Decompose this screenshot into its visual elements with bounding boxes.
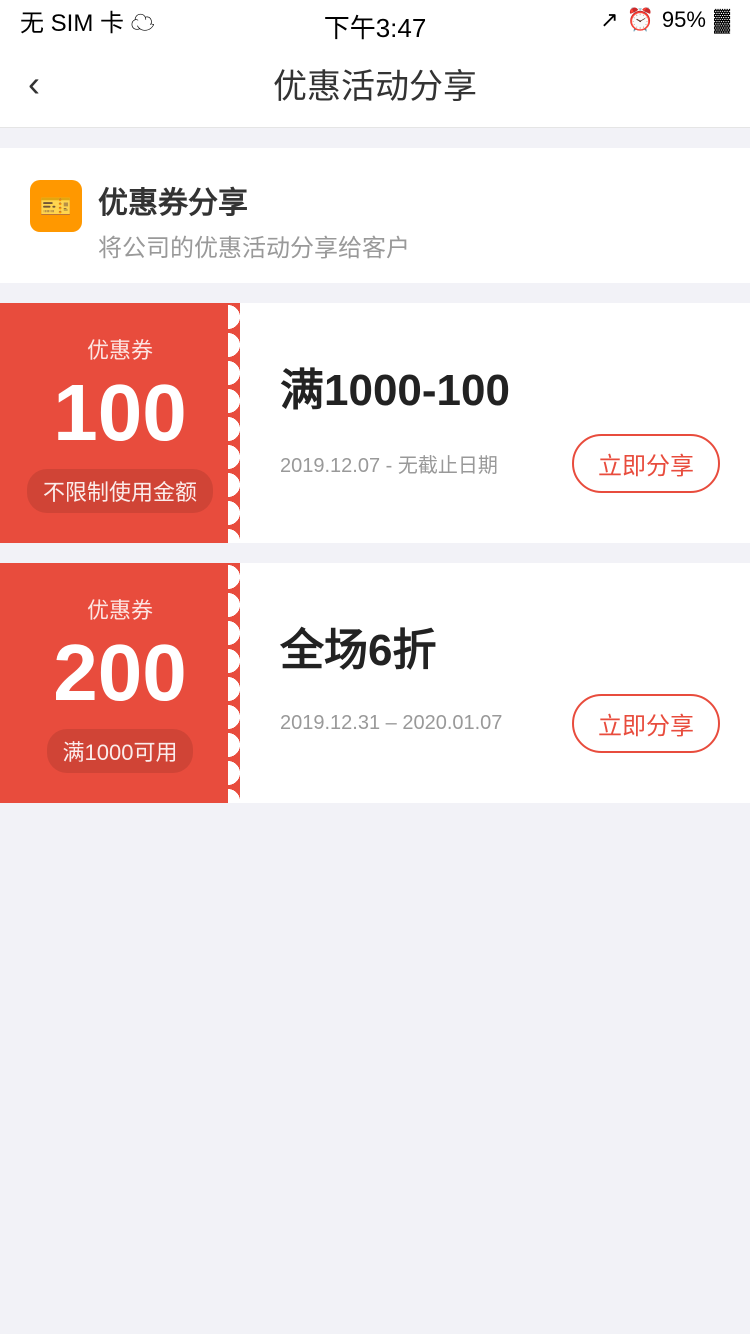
- coupon-left-0: 优惠券 100 不限制使用金额: [0, 303, 240, 543]
- coupon-icon: 🎫: [40, 191, 72, 222]
- page-title: 优惠活动分享: [273, 59, 477, 108]
- coupon-left-1: 优惠券 200 满1000可用: [0, 563, 240, 803]
- coupon-right-0: 满1000-100 2019.12.07 - 无截止日期 立即分享: [240, 303, 750, 543]
- coupon-meta-1: 2019.12.31 – 2020.01.07 立即分享: [280, 694, 720, 753]
- coupon-name-0: 满1000-100: [280, 354, 720, 418]
- back-button[interactable]: ‹: [28, 63, 40, 105]
- section-subtitle: 将公司的优惠活动分享给客户: [98, 228, 410, 263]
- coupon-value-1: 200: [53, 633, 186, 713]
- battery-label: 95%: [662, 7, 706, 33]
- coupon-card: 优惠券 100 不限制使用金额 满1000-100 2019.12.07 - 无…: [0, 303, 750, 543]
- coupon-type-0: 优惠券: [87, 333, 153, 365]
- coupon-type-1: 优惠券: [87, 593, 153, 625]
- nav-bar: ‹ 优惠活动分享: [0, 40, 750, 128]
- section-header: 🎫 优惠券分享 将公司的优惠活动分享给客户: [0, 148, 750, 283]
- sim-label: 无 SIM 卡 ☁: [20, 3, 155, 38]
- status-bar: 无 SIM 卡 ☁ 下午3:47 ↗ ⏰ 95% ▓: [0, 0, 750, 40]
- section-text: 优惠券分享 将公司的优惠活动分享给客户: [98, 178, 410, 263]
- coupon-name-1: 全场6折: [280, 614, 720, 678]
- status-left: 无 SIM 卡 ☁: [20, 3, 155, 38]
- location-icon: ↗: [600, 7, 618, 33]
- coupon-meta-0: 2019.12.07 - 无截止日期 立即分享: [280, 434, 720, 493]
- battery-icon: ▓: [714, 7, 730, 33]
- alarm-icon: ⏰: [627, 7, 654, 33]
- share-button-1[interactable]: 立即分享: [572, 694, 720, 753]
- section-title: 优惠券分享: [98, 178, 410, 222]
- coupon-date-0: 2019.12.07 - 无截止日期: [280, 449, 556, 478]
- coupon-value-0: 100: [53, 373, 186, 453]
- coupon-right-1: 全场6折 2019.12.31 – 2020.01.07 立即分享: [240, 563, 750, 803]
- coupon-card: 优惠券 200 满1000可用 全场6折 2019.12.31 – 2020.0…: [0, 563, 750, 803]
- coupon-condition-1: 满1000可用: [47, 729, 194, 773]
- coupon-list: 优惠券 100 不限制使用金额 满1000-100 2019.12.07 - 无…: [0, 303, 750, 803]
- coupon-date-1: 2019.12.31 – 2020.01.07: [280, 712, 556, 735]
- coupon-condition-0: 不限制使用金额: [27, 469, 213, 513]
- section-icon: 🎫: [30, 180, 82, 232]
- status-right: ↗ ⏰ 95% ▓: [600, 7, 730, 33]
- share-button-0[interactable]: 立即分享: [572, 434, 720, 493]
